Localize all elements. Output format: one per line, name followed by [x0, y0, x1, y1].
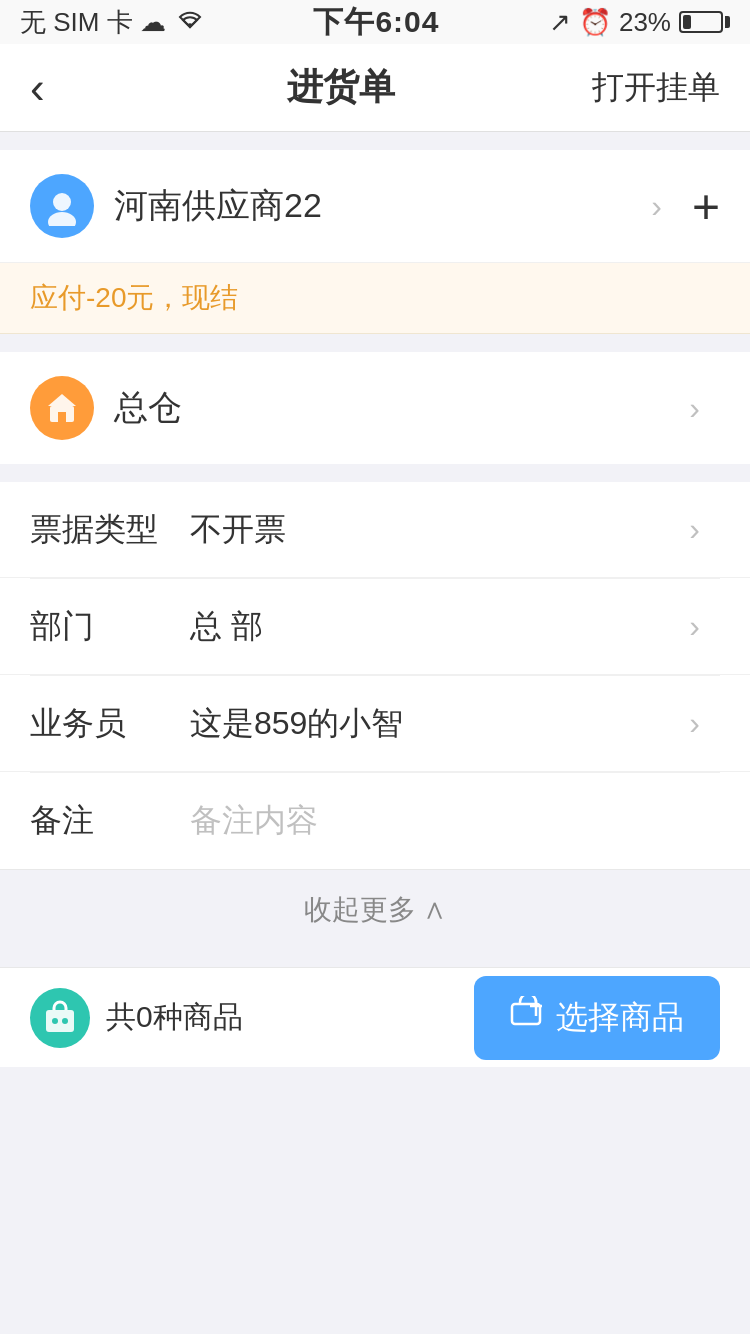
salesman-row[interactable]: 业务员 这是859的小智 ›	[0, 676, 750, 772]
sim-label: 无 SIM 卡 ☁	[20, 5, 166, 40]
invoice-label: 票据类型	[30, 508, 190, 552]
page-title: 进货单	[287, 63, 395, 112]
product-icon	[30, 988, 90, 1048]
svg-rect-5	[46, 1010, 74, 1032]
invoice-chevron-icon: ›	[689, 511, 700, 548]
remark-row[interactable]: 备注 备注内容	[0, 773, 750, 869]
svg-point-6	[52, 1018, 58, 1024]
remark-input[interactable]: 备注内容	[190, 799, 720, 843]
warehouse-icon	[30, 376, 94, 440]
empty-area	[0, 1067, 750, 1334]
add-supplier-button[interactable]: +	[692, 179, 720, 234]
collapse-button[interactable]: 收起更多 ∧	[0, 869, 750, 949]
status-right: ↗ ⏰ 23%	[549, 7, 730, 38]
back-button[interactable]: ‹	[30, 63, 90, 113]
invoice-value: 不开票	[190, 508, 689, 552]
location-icon: ↗	[549, 7, 571, 38]
salesman-label: 业务员	[30, 702, 190, 746]
nav-bar: ‹ 进货单 打开挂单	[0, 44, 750, 132]
invoice-type-row[interactable]: 票据类型 不开票 ›	[0, 482, 750, 578]
supplier-chevron-icon: ›	[651, 188, 662, 225]
select-product-button[interactable]: 选择商品	[474, 976, 720, 1060]
dept-value: 总 部	[190, 605, 689, 649]
form-card: 票据类型 不开票 › 部门 总 部 › 业务员 这是859的小智 › 备注 备注…	[0, 482, 750, 869]
divider-3	[0, 464, 750, 482]
salesman-value: 这是859的小智	[190, 702, 689, 746]
wifi-icon	[176, 7, 204, 38]
divider-4	[0, 949, 750, 967]
svg-point-7	[62, 1018, 68, 1024]
svg-point-1	[48, 212, 76, 226]
remark-label: 备注	[30, 799, 190, 843]
warehouse-card[interactable]: 总仓 ›	[0, 352, 750, 464]
status-bar: 无 SIM 卡 ☁ 下午6:04 ↗ ⏰ 23%	[0, 0, 750, 44]
supplier-name: 河南供应商22	[114, 183, 651, 229]
divider-1	[0, 132, 750, 150]
collapse-label: 收起更多 ∧	[304, 891, 447, 929]
product-info: 共0种商品	[30, 988, 243, 1048]
dept-label: 部门	[30, 605, 190, 649]
warehouse-name: 总仓	[114, 385, 689, 431]
svg-point-0	[53, 193, 71, 211]
svg-marker-3	[48, 394, 76, 406]
warehouse-row[interactable]: 总仓 ›	[0, 352, 750, 464]
status-time: 下午6:04	[313, 2, 439, 43]
battery-icon	[679, 11, 730, 33]
select-button-label: 选择商品	[556, 996, 684, 1040]
supplier-notice: 应付-20元，现结	[0, 263, 750, 334]
supplier-avatar	[30, 174, 94, 238]
battery-percentage: 23%	[619, 7, 671, 38]
divider-2	[0, 334, 750, 352]
product-count: 共0种商品	[106, 997, 243, 1038]
dept-row[interactable]: 部门 总 部 ›	[0, 579, 750, 675]
open-pending-button[interactable]: 打开挂单	[592, 66, 720, 110]
svg-rect-4	[58, 412, 66, 422]
cart-icon	[510, 996, 546, 1040]
supplier-row[interactable]: 河南供应商22 › +	[0, 150, 750, 263]
status-left: 无 SIM 卡 ☁	[20, 5, 204, 40]
bottom-bar: 共0种商品 选择商品	[0, 967, 750, 1067]
supplier-card: 河南供应商22 › + 应付-20元，现结	[0, 150, 750, 334]
salesman-chevron-icon: ›	[689, 705, 700, 742]
warehouse-chevron-icon: ›	[689, 390, 700, 427]
alarm-icon: ⏰	[579, 7, 611, 38]
dept-chevron-icon: ›	[689, 608, 700, 645]
